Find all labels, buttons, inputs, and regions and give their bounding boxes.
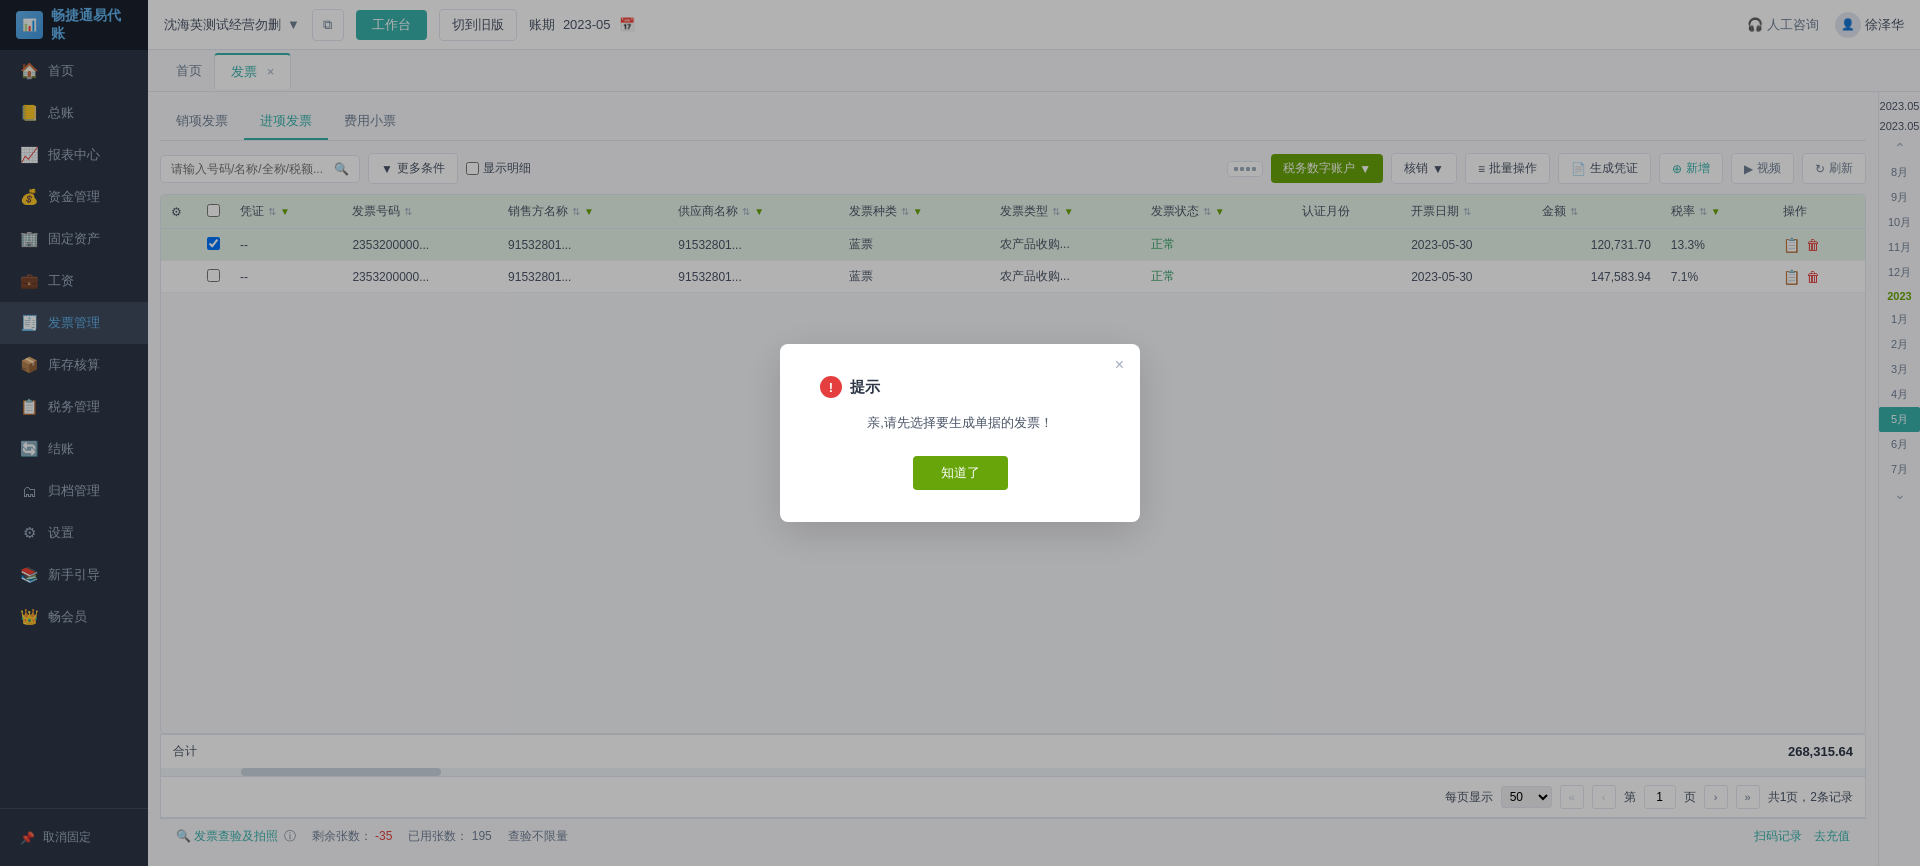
modal-title: ! 提示 bbox=[820, 376, 1100, 398]
modal-close-button[interactable]: × bbox=[1115, 356, 1124, 374]
modal-ok-button[interactable]: 知道了 bbox=[913, 456, 1008, 490]
modal-warning-icon: ! bbox=[820, 376, 842, 398]
modal-box: × ! 提示 亲,请先选择要生成单据的发票！ 知道了 bbox=[780, 344, 1140, 522]
modal-overlay[interactable]: × ! 提示 亲,请先选择要生成单据的发票！ 知道了 bbox=[0, 0, 1920, 866]
modal-title-text: 提示 bbox=[850, 378, 880, 397]
modal-message: 亲,请先选择要生成单据的发票！ bbox=[820, 414, 1100, 432]
